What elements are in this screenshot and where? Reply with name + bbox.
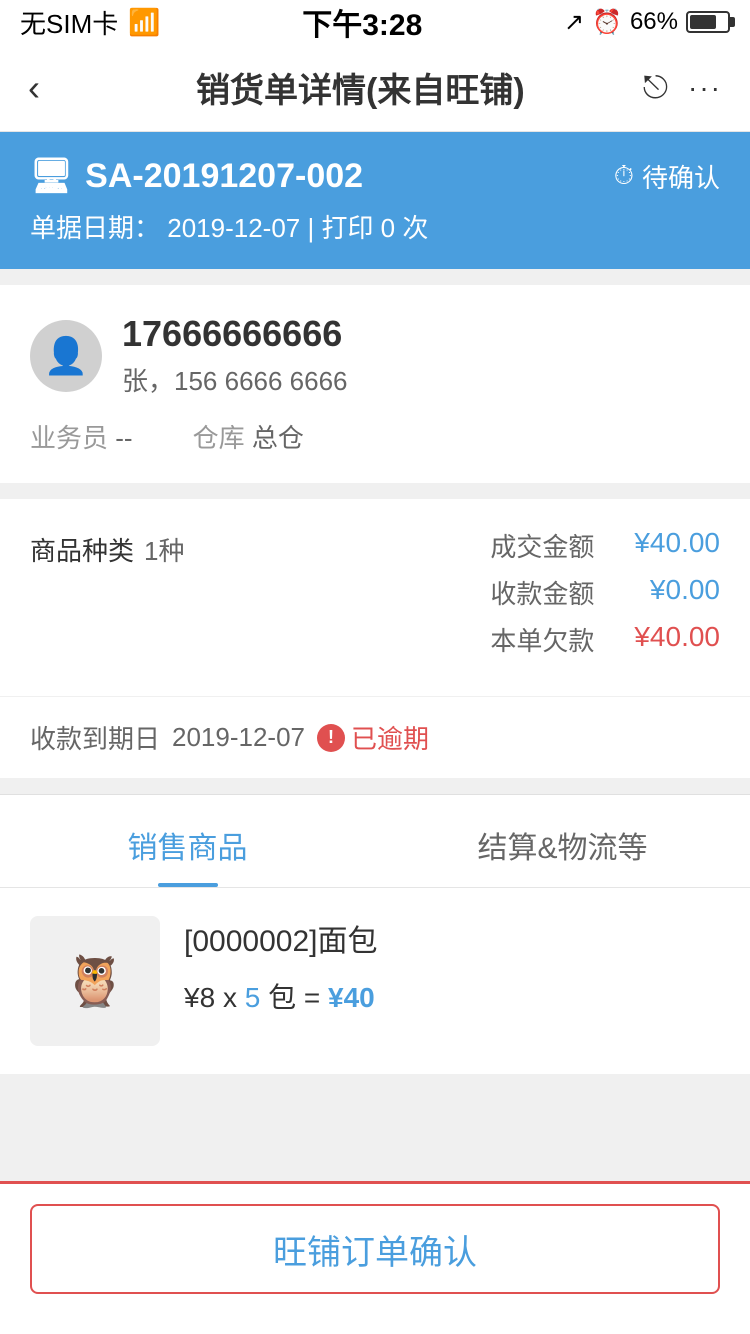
owed-value: ¥40.00 <box>634 621 720 658</box>
order-status: ⏱ 待确认 <box>614 158 720 195</box>
tab-settlement[interactable]: 结算&物流等 <box>375 795 750 887</box>
customer-section: 👤 17666666666 张，156 6666 6666 业务员 -- 仓库 … <box>0 285 750 483</box>
overdue-dot-icon: ! <box>317 724 345 752</box>
battery-icon <box>686 11 730 33</box>
customer-details: 17666666666 张，156 6666 6666 <box>122 313 348 398</box>
tabs-row: 销售商品 结算&物流等 <box>0 795 750 888</box>
price-equals: = <box>304 982 328 1013</box>
amount-label: 成交金额 <box>490 527 594 564</box>
order-status-text: 待确认 <box>642 158 720 195</box>
due-section: 收款到期日 2019-12-07 ! 已逾期 <box>0 696 750 778</box>
status-time: 下午3:28 <box>302 0 422 44</box>
status-carrier: 无SIM卡 📶 <box>20 4 161 41</box>
overdue-text: 已逾期 <box>351 719 429 756</box>
received-label: 收款金额 <box>490 574 594 611</box>
order-id: 🖥 SA-20191207-002 <box>30 156 363 196</box>
status-right: ↗ ⏰ 66% <box>564 8 730 37</box>
warehouse-value: 总仓 <box>252 423 304 453</box>
order-print-info: | 打印 0 次 <box>307 213 428 243</box>
salesperson-label: 业务员 <box>30 423 108 453</box>
price-qty: 5 <box>245 982 261 1013</box>
alarm-icon: ⏰ <box>592 8 622 37</box>
nav-bar: ‹ 销货单详情(来自旺铺) ⎋ ··· <box>0 44 750 132</box>
order-date-value: 2019-12-07 <box>167 213 300 243</box>
share-button[interactable]: ⎋ <box>643 69 668 107</box>
divider-1 <box>0 483 750 499</box>
customer-avatar: 👤 <box>30 320 102 392</box>
avatar-icon: 👤 <box>44 335 89 377</box>
order-id-text: SA-20191207-002 <box>85 157 363 196</box>
received-value: ¥0.00 <box>650 574 720 611</box>
order-header: 🖥 SA-20191207-002 ⏱ 待确认 单据日期： 2019-12-07… <box>0 132 750 269</box>
warehouse-label: 仓库 <box>193 423 245 453</box>
confirm-order-label: 旺铺订单确认 <box>273 1225 477 1274</box>
product-thumbnail: 🦉 <box>30 916 160 1046</box>
order-date-label: 单据日期： <box>30 213 160 243</box>
back-button[interactable]: ‹ <box>28 67 78 109</box>
product-price-row: ¥8 x 5 包 = ¥40 <box>184 976 720 1016</box>
page-title: 销货单详情(来自旺铺) <box>78 63 643 112</box>
product-name: [0000002]面包 <box>184 916 720 960</box>
product-type: 商品种类 1种 <box>30 527 184 568</box>
nav-actions: ⎋ ··· <box>643 69 722 107</box>
warehouse-item: 仓库 总仓 <box>193 418 304 455</box>
product-type-value: 1种 <box>144 531 184 568</box>
price-total: ¥40 <box>328 982 375 1013</box>
owed-label: 本单欠款 <box>490 621 594 658</box>
battery-text: 66% <box>630 8 678 36</box>
summary-section: 商品种类 1种 成交金额 ¥40.00 收款金额 ¥0.00 本单欠款 ¥40.… <box>0 499 750 696</box>
product-image-placeholder: 🦉 <box>64 952 126 1011</box>
customer-name: 张，156 6666 6666 <box>122 361 348 398</box>
tab-sales-products-label: 销售商品 <box>128 832 248 865</box>
order-date: 单据日期： 2019-12-07 | 打印 0 次 <box>30 208 720 245</box>
confirm-order-button[interactable]: 旺铺订单确认 <box>30 1204 720 1294</box>
status-bar: 无SIM卡 📶 下午3:28 ↗ ⏰ 66% <box>0 0 750 44</box>
price-unit: 包 <box>268 982 296 1013</box>
location-icon: ↗ <box>564 8 584 37</box>
salesperson-item: 业务员 -- <box>30 418 133 455</box>
order-icon: 🖥 <box>30 156 73 196</box>
price-value: ¥8 <box>184 982 215 1013</box>
due-label: 收款到期日 <box>30 719 160 756</box>
price-multiply: x <box>223 982 245 1013</box>
clock-icon: ⏱ <box>614 160 634 192</box>
table-row: 🦉 [0000002]面包 ¥8 x 5 包 = ¥40 <box>0 888 750 1075</box>
tab-sales-products[interactable]: 销售商品 <box>0 795 375 887</box>
overdue-badge: ! 已逾期 <box>317 719 429 756</box>
amount-value: ¥40.00 <box>634 527 720 564</box>
wifi-icon: 📶 <box>128 7 160 38</box>
bottom-bar: 旺铺订单确认 <box>0 1181 750 1334</box>
more-button[interactable]: ··· <box>688 72 722 104</box>
customer-phone: 17666666666 <box>122 313 348 355</box>
tab-settlement-label: 结算&物流等 <box>477 832 647 865</box>
salesperson-value: -- <box>115 423 132 453</box>
amounts: 成交金额 ¥40.00 收款金额 ¥0.00 本单欠款 ¥40.00 <box>490 527 720 668</box>
product-list: 🦉 [0000002]面包 ¥8 x 5 包 = ¥40 <box>0 888 750 1075</box>
product-info: [0000002]面包 ¥8 x 5 包 = ¥40 <box>184 916 720 1046</box>
carrier-text: 无SIM卡 <box>20 4 118 41</box>
tabs-section: 销售商品 结算&物流等 🦉 [0000002]面包 ¥8 x 5 包 = ¥40 <box>0 794 750 1075</box>
product-type-label: 商品种类 <box>30 531 134 568</box>
due-date-value: 2019-12-07 <box>172 722 305 753</box>
